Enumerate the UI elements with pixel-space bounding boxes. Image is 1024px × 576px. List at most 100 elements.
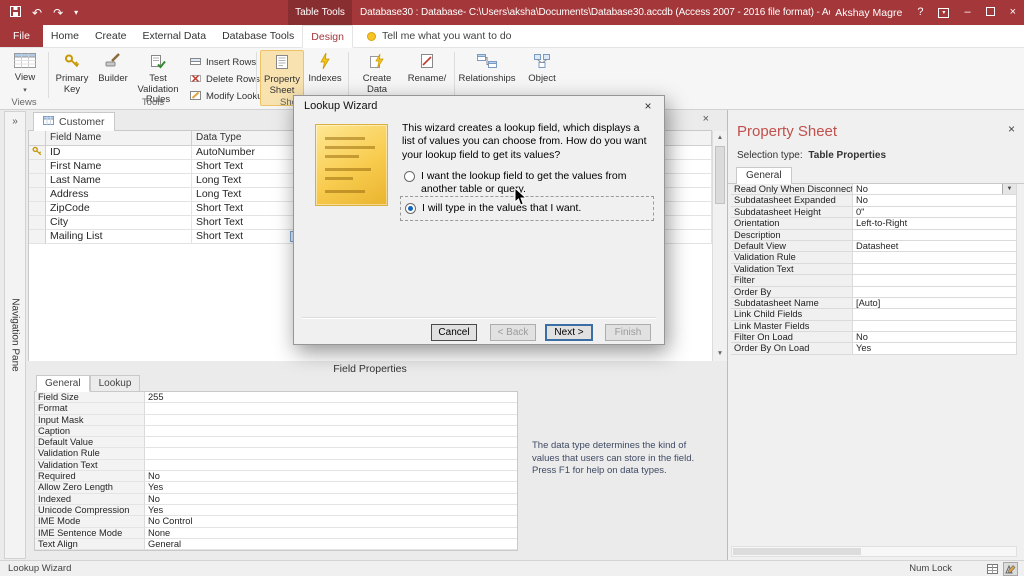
ps-value[interactable] [853, 309, 1017, 320]
data-type-cell[interactable]: Short Text [192, 160, 308, 174]
minimize-icon[interactable]: – [964, 7, 970, 18]
ps-value[interactable]: Yes [853, 343, 1017, 354]
ps-row[interactable]: Order By On LoadYes [731, 343, 1017, 354]
row-selector[interactable] [29, 230, 46, 244]
design-view-icon[interactable] [1003, 562, 1018, 576]
ps-row[interactable]: Order By [731, 287, 1017, 298]
next-button[interactable]: Next > [545, 324, 593, 341]
field-name-cell[interactable]: City [46, 216, 192, 230]
data-type-cell[interactable]: Short Text [192, 202, 308, 216]
ps-row[interactable]: Filter On LoadNo [731, 332, 1017, 343]
tab-design[interactable]: Design [302, 25, 353, 48]
ps-value[interactable] [853, 287, 1017, 298]
fp-value[interactable] [145, 437, 517, 448]
ps-value[interactable] [853, 275, 1017, 286]
ps-row[interactable]: Validation Rule [731, 252, 1017, 263]
ps-value[interactable] [853, 321, 1017, 332]
fp-value[interactable]: None [145, 528, 517, 539]
fp-row[interactable]: Field Size255 [35, 392, 517, 403]
option-type-values[interactable]: I will type in the values that I want. [405, 202, 581, 215]
ps-value[interactable]: No [853, 332, 1017, 343]
fp-row[interactable]: Default Value [35, 437, 517, 448]
fp-value[interactable]: No [145, 471, 517, 482]
tab-database-tools[interactable]: Database Tools [214, 25, 302, 47]
tab-customer[interactable]: Customer [33, 112, 115, 131]
data-type-cell[interactable]: Long Text [192, 174, 308, 188]
ps-value[interactable]: Left-to-Right [853, 218, 1017, 229]
field-name-cell[interactable]: Last Name [46, 174, 192, 188]
redo-icon[interactable]: ↷ [53, 7, 63, 19]
navigation-pane-collapsed[interactable]: » Navigation Pane [4, 111, 26, 559]
row-selector[interactable] [29, 216, 46, 230]
fp-row[interactable]: Format [35, 403, 517, 414]
back-button[interactable]: < Back [490, 324, 536, 341]
tell-me-box[interactable]: Tell me what you want to do [367, 25, 512, 47]
ps-value[interactable]: Datasheet [853, 241, 1017, 252]
data-type-cell[interactable]: Long Text [192, 188, 308, 202]
field-name-cell[interactable]: Address [46, 188, 192, 202]
ps-row[interactable]: Subdatasheet Name[Auto] [731, 298, 1017, 309]
scroll-up-icon[interactable]: ▲ [713, 131, 727, 145]
field-name-cell[interactable]: First Name [46, 160, 192, 174]
restore-icon[interactable] [986, 7, 995, 19]
contextual-tab-table-tools[interactable]: Table Tools [288, 0, 352, 25]
radio-selected-icon[interactable] [405, 203, 416, 214]
fp-value[interactable] [145, 460, 517, 471]
fp-value[interactable]: 255 [145, 392, 517, 403]
ps-value[interactable]: No▼ [853, 184, 1017, 195]
fp-value[interactable] [145, 426, 517, 437]
row-selector[interactable] [29, 160, 46, 174]
insert-rows-button[interactable]: Insert Rows [190, 55, 256, 70]
property-sheet-tab-general[interactable]: General [736, 167, 792, 184]
data-type-cell[interactable]: AutoNumber [192, 146, 308, 160]
fp-value[interactable]: No [145, 494, 517, 505]
undo-icon[interactable]: ↶ [32, 7, 42, 19]
row-selector[interactable] [29, 188, 46, 202]
fp-value[interactable]: Yes [145, 482, 517, 493]
data-type-cell[interactable]: Short Text ▼ [192, 230, 308, 244]
fp-value[interactable]: No Control [145, 516, 517, 527]
ps-row[interactable]: Description [731, 230, 1017, 241]
field-name-cell[interactable]: ZipCode [46, 202, 192, 216]
dialog-close-icon[interactable]: × [632, 96, 664, 116]
tab-create[interactable]: Create [87, 25, 135, 47]
fp-row[interactable]: Unicode CompressionYes [35, 505, 517, 516]
ps-row[interactable]: Subdatasheet Height0" [731, 207, 1017, 218]
field-name-cell[interactable]: ID [46, 146, 192, 160]
close-property-sheet-icon[interactable]: × [1008, 122, 1015, 136]
fp-row[interactable]: Caption [35, 426, 517, 437]
user-name[interactable]: Akshay Magre [835, 7, 902, 19]
tab-file[interactable]: File [0, 25, 43, 47]
property-sheet-horizontal-scrollbar[interactable] [731, 546, 1017, 557]
delete-rows-button[interactable]: Delete Rows [190, 72, 260, 87]
ps-value[interactable] [853, 230, 1017, 241]
field-name-cell[interactable]: Mailing List [46, 230, 192, 244]
fp-row[interactable]: Validation Rule [35, 448, 517, 459]
fp-value[interactable] [145, 415, 517, 426]
radio-unselected-icon[interactable] [404, 171, 415, 182]
tab-lookup[interactable]: Lookup [90, 375, 141, 392]
ps-row[interactable]: Default ViewDatasheet [731, 241, 1017, 252]
fp-row[interactable]: RequiredNo [35, 471, 517, 482]
fp-row[interactable]: IME ModeNo Control [35, 516, 517, 527]
fp-row[interactable]: IndexedNo [35, 494, 517, 505]
expand-pane-icon[interactable]: » [5, 112, 25, 127]
close-icon[interactable]: × [1010, 7, 1016, 18]
ps-value[interactable]: 0" [853, 207, 1017, 218]
option-from-table[interactable]: I want the lookup field to get the value… [404, 170, 656, 195]
ps-row[interactable]: Link Child Fields [731, 309, 1017, 320]
finish-button[interactable]: Finish [605, 324, 651, 341]
tab-general[interactable]: General [36, 375, 90, 392]
property-dropdown-icon[interactable]: ▼ [1002, 184, 1016, 194]
ps-value[interactable] [853, 252, 1017, 263]
ps-value[interactable]: No [853, 195, 1017, 206]
ps-row[interactable]: OrientationLeft-to-Right [731, 218, 1017, 229]
qat-customize-icon[interactable]: ▾ [74, 9, 78, 17]
ps-row[interactable]: Subdatasheet ExpandedNo [731, 195, 1017, 206]
ps-row[interactable]: Read Only When DisconnectNo▼ [731, 184, 1017, 195]
scroll-down-icon[interactable]: ▼ [713, 347, 727, 361]
fp-value[interactable]: General [145, 539, 517, 550]
ps-value[interactable] [853, 264, 1017, 275]
ps-row[interactable]: Validation Text [731, 264, 1017, 275]
fp-row[interactable]: Allow Zero LengthYes [35, 482, 517, 493]
